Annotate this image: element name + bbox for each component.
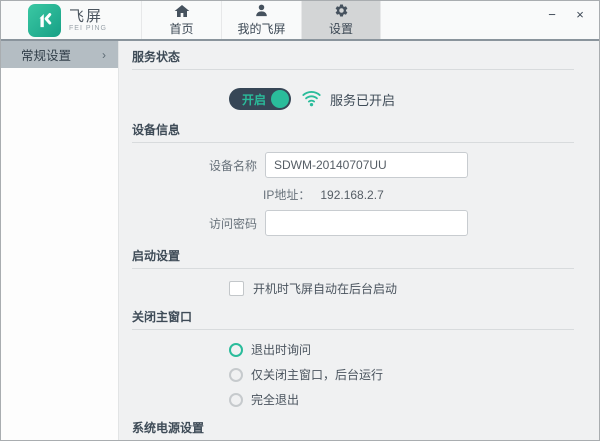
tab-home[interactable]: 首页 [141, 1, 221, 39]
minimize-button[interactable]: − [545, 7, 559, 23]
tab-home-label: 首页 [169, 20, 193, 37]
wifi-icon [301, 89, 322, 110]
service-toggle[interactable]: 开启 [229, 88, 291, 110]
radio-ask-on-exit[interactable] [229, 343, 243, 357]
device-name-row: 设备名称 [132, 152, 574, 178]
radio-ask-on-exit-label: 退出时询问 [251, 341, 311, 358]
service-status-row: 开启 服务已开启 [229, 88, 574, 110]
nav-tabs: 首页 我的飞屏 设置 [141, 1, 381, 39]
radio-exit-completely[interactable] [229, 393, 243, 407]
section-title-power: 系统电源设置 [132, 421, 574, 435]
app-title: 飞屏 [69, 9, 107, 25]
sidebar: 常规设置 › [1, 41, 119, 440]
app-subtitle: FEI PING [69, 25, 107, 32]
home-icon [174, 4, 190, 18]
window-controls: − × [545, 7, 587, 23]
app-brand: 飞屏 FEI PING [1, 1, 141, 39]
divider [132, 69, 574, 70]
radio-exit-completely-label: 完全退出 [251, 391, 299, 408]
divider [132, 329, 574, 330]
section-title-close-window: 关闭主窗口 [132, 310, 574, 324]
access-password-label: 访问密码 [132, 215, 265, 232]
autostart-row: 开机时飞屏自动在后台启动 [229, 280, 574, 297]
feiping-logo-icon [28, 4, 61, 37]
close-option-background-row: 仅关闭主窗口，后台运行 [229, 366, 574, 383]
autostart-checkbox[interactable] [229, 281, 244, 296]
divider [132, 142, 574, 143]
section-title-service-status: 服务状态 [132, 50, 574, 64]
brand-text: 飞屏 FEI PING [69, 9, 107, 32]
ip-address-row: IP地址： 192.168.2.7 [263, 186, 574, 203]
tab-my-feiping-label: 我的飞屏 [237, 20, 285, 37]
chevron-right-icon: › [102, 48, 106, 62]
device-name-input[interactable] [265, 152, 468, 178]
tab-settings[interactable]: 设置 [301, 1, 381, 39]
gear-icon [334, 3, 349, 18]
ip-address-label: IP地址： [263, 186, 310, 203]
device-name-label: 设备名称 [132, 157, 265, 174]
password-row: 访问密码 [132, 210, 574, 236]
divider [132, 268, 574, 269]
close-option-ask-row: 退出时询问 [229, 341, 574, 358]
radio-close-to-background[interactable] [229, 368, 243, 382]
radio-close-to-background-label: 仅关闭主窗口，后台运行 [251, 366, 383, 383]
ip-address-value: 192.168.2.7 [320, 188, 383, 202]
user-icon [254, 3, 269, 18]
tab-settings-label: 设置 [329, 20, 353, 37]
section-title-startup: 启动设置 [132, 249, 574, 263]
settings-panel: 服务状态 开启 服务已开启 设备信息 [119, 41, 599, 440]
toggle-knob [271, 90, 289, 108]
section-title-device-info: 设备信息 [132, 123, 574, 137]
sidebar-item-label: 常规设置 [21, 45, 71, 64]
service-toggle-label: 开启 [242, 91, 266, 108]
app-window: 飞屏 FEI PING 首页 我的飞 [0, 0, 600, 441]
close-button[interactable]: × [573, 7, 587, 23]
sidebar-item-general-settings[interactable]: 常规设置 › [1, 41, 118, 68]
header-bar: 飞屏 FEI PING 首页 我的飞 [1, 1, 599, 41]
autostart-label: 开机时飞屏自动在后台启动 [253, 280, 397, 297]
access-password-input[interactable] [265, 210, 468, 236]
tab-my-feiping[interactable]: 我的飞屏 [221, 1, 301, 39]
service-status-text: 服务已开启 [330, 90, 395, 109]
close-option-exit-row: 完全退出 [229, 391, 574, 408]
